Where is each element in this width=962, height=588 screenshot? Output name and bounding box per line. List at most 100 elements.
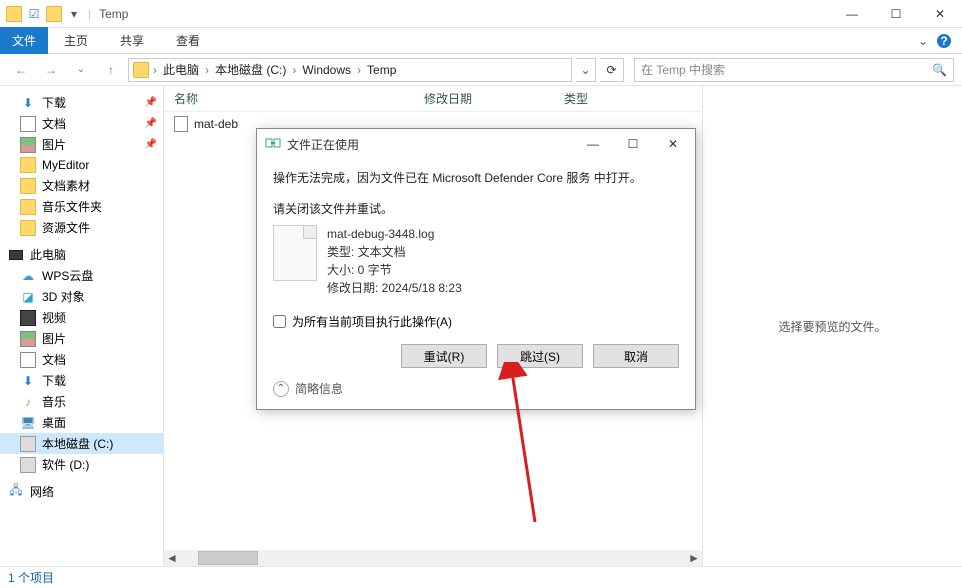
up-button[interactable]: ↑: [98, 57, 124, 83]
breadcrumb-seg[interactable]: 此电脑: [159, 61, 203, 78]
picture-icon: [20, 137, 36, 153]
ribbon-collapse-icon[interactable]: ⌄: [918, 34, 928, 48]
sidebar-item-downloads2[interactable]: ⬇下载: [0, 370, 163, 391]
file-details: mat-debug-3448.log 类型: 文本文档 大小: 0 字节 修改日…: [327, 225, 462, 297]
file-type-label: 类型: 文本文档: [327, 243, 462, 261]
back-button[interactable]: ←: [8, 57, 34, 83]
sidebar-item-music[interactable]: ♪音乐: [0, 391, 163, 412]
chevron-right-icon[interactable]: ›: [355, 63, 363, 77]
file-icon: [174, 116, 188, 132]
sidebar-item-drive-c[interactable]: 本地磁盘 (C:): [0, 433, 163, 454]
chevron-right-icon[interactable]: ›: [151, 63, 159, 77]
picture-icon: [20, 331, 36, 347]
dialog-title: 文件正在使用: [287, 136, 359, 153]
sidebar-item-folder[interactable]: 文档素材: [0, 175, 163, 196]
scroll-right-icon[interactable]: ►: [686, 551, 702, 565]
sidebar-item-folder[interactable]: MyEditor: [0, 155, 163, 175]
network-icon: 🖧: [8, 484, 24, 500]
sidebar-item-videos[interactable]: 视频: [0, 307, 163, 328]
sidebar-item-3d[interactable]: ◪3D 对象: [0, 286, 163, 307]
3d-icon: ◪: [20, 289, 36, 305]
address-bar: ← → ⌄ ↑ › 此电脑 › 本地磁盘 (C:) › Windows › Te…: [0, 54, 962, 86]
app-icon: [6, 6, 22, 22]
chevron-up-icon: ⌃: [273, 381, 289, 397]
svg-text:?: ?: [940, 34, 947, 48]
retry-button[interactable]: 重试(R): [401, 344, 487, 368]
sidebar-item-drive-d[interactable]: 软件 (D:): [0, 454, 163, 475]
dialog-maximize-button[interactable]: ☐: [619, 134, 647, 154]
breadcrumb-seg[interactable]: Temp: [363, 63, 400, 77]
cloud-icon: ☁: [20, 268, 36, 284]
column-date[interactable]: 修改日期: [424, 90, 564, 107]
horizontal-scrollbar[interactable]: ◄ ►: [164, 550, 702, 566]
status-item-count: 1 个项目: [8, 569, 54, 586]
pin-icon: 📌: [145, 139, 157, 150]
breadcrumb-seg[interactable]: Windows: [298, 63, 355, 77]
checkbox-label: 为所有当前项目执行此操作(A): [292, 313, 452, 330]
sidebar-item-downloads[interactable]: ⬇下载📌: [0, 92, 163, 113]
refresh-button[interactable]: ⟳: [600, 58, 624, 82]
search-input[interactable]: 在 Temp 中搜索 🔍: [634, 58, 954, 82]
tab-home[interactable]: 主页: [48, 27, 104, 54]
folder-icon: [20, 157, 36, 173]
scrollbar-thumb[interactable]: [198, 551, 258, 565]
cancel-button[interactable]: 取消: [593, 344, 679, 368]
file-tab[interactable]: 文件: [0, 27, 48, 54]
sidebar-item-thispc[interactable]: 此电脑: [0, 244, 163, 265]
pin-icon: 📌: [145, 97, 157, 108]
column-name[interactable]: 名称: [174, 90, 424, 107]
scroll-left-icon[interactable]: ◄: [164, 551, 180, 565]
sidebar-item-wps[interactable]: ☁WPS云盘: [0, 265, 163, 286]
document-icon: [20, 352, 36, 368]
address-dropdown[interactable]: ⌄: [576, 58, 596, 82]
breadcrumb-seg[interactable]: 本地磁盘 (C:): [211, 61, 290, 78]
sidebar-item-documents2[interactable]: 文档: [0, 349, 163, 370]
dialog-minimize-button[interactable]: —: [579, 134, 607, 154]
search-icon: 🔍: [932, 63, 947, 77]
sidebar-item-pictures[interactable]: 图片📌: [0, 134, 163, 155]
dialog-titlebar: 文件正在使用 — ☐ ✕: [257, 129, 695, 159]
chevron-right-icon[interactable]: ›: [290, 63, 298, 77]
file-size-label: 大小: 0 字节: [327, 261, 462, 279]
status-bar: 1 个项目: [0, 566, 962, 588]
more-details-label: 简略信息: [295, 380, 343, 397]
window-titlebar: ☑ ▾ | Temp — ☐ ✕: [0, 0, 962, 28]
breadcrumb[interactable]: › 此电脑 › 本地磁盘 (C:) › Windows › Temp: [128, 58, 572, 82]
dialog-close-button[interactable]: ✕: [659, 134, 687, 154]
qat-dropdown-icon[interactable]: ▾: [66, 6, 82, 22]
help-icon[interactable]: ?: [934, 31, 954, 51]
ribbon: 文件 主页 共享 查看 ⌄ ?: [0, 28, 962, 54]
maximize-button[interactable]: ☐: [874, 0, 918, 28]
file-icon: [273, 225, 317, 281]
download-icon: ⬇: [20, 373, 36, 389]
sidebar-item-folder[interactable]: 资源文件: [0, 217, 163, 238]
forward-button[interactable]: →: [38, 57, 64, 83]
sidebar-item-pictures2[interactable]: 图片: [0, 328, 163, 349]
sidebar-item-folder[interactable]: 音乐文件夹: [0, 196, 163, 217]
chevron-right-icon[interactable]: ›: [203, 63, 211, 77]
do-for-all-checkbox[interactable]: [273, 315, 286, 328]
close-button[interactable]: ✕: [918, 0, 962, 28]
history-dropdown[interactable]: ⌄: [68, 57, 94, 83]
column-type[interactable]: 类型: [564, 90, 692, 107]
tab-view[interactable]: 查看: [160, 27, 216, 54]
file-in-use-dialog: 文件正在使用 — ☐ ✕ 操作无法完成，因为文件已在 Microsoft Def…: [256, 128, 696, 410]
folder-icon: [20, 178, 36, 194]
music-icon: ♪: [20, 394, 36, 410]
qat-newfolder-icon[interactable]: [46, 6, 62, 22]
drive-icon: [20, 457, 36, 473]
file-name: mat-deb: [194, 117, 238, 131]
sidebar-item-network[interactable]: 🖧网络: [0, 481, 163, 502]
minimize-button[interactable]: —: [830, 0, 874, 28]
download-icon: ⬇: [20, 95, 36, 111]
dialog-message: 操作无法完成，因为文件已在 Microsoft Defender Core 服务…: [273, 169, 679, 186]
search-placeholder: 在 Temp 中搜索: [641, 61, 725, 78]
sidebar-item-documents[interactable]: 文档📌: [0, 113, 163, 134]
more-details-toggle[interactable]: ⌃ 简略信息: [273, 380, 679, 397]
qat-properties-icon[interactable]: ☑: [26, 6, 42, 22]
tab-share[interactable]: 共享: [104, 27, 160, 54]
dialog-icon: [265, 136, 281, 152]
navigation-pane[interactable]: ⬇下载📌 文档📌 图片📌 MyEditor 文档素材 音乐文件夹 资源文件 此电…: [0, 86, 164, 566]
sidebar-item-desktop[interactable]: 🖥桌面: [0, 412, 163, 433]
skip-button[interactable]: 跳过(S): [497, 344, 583, 368]
